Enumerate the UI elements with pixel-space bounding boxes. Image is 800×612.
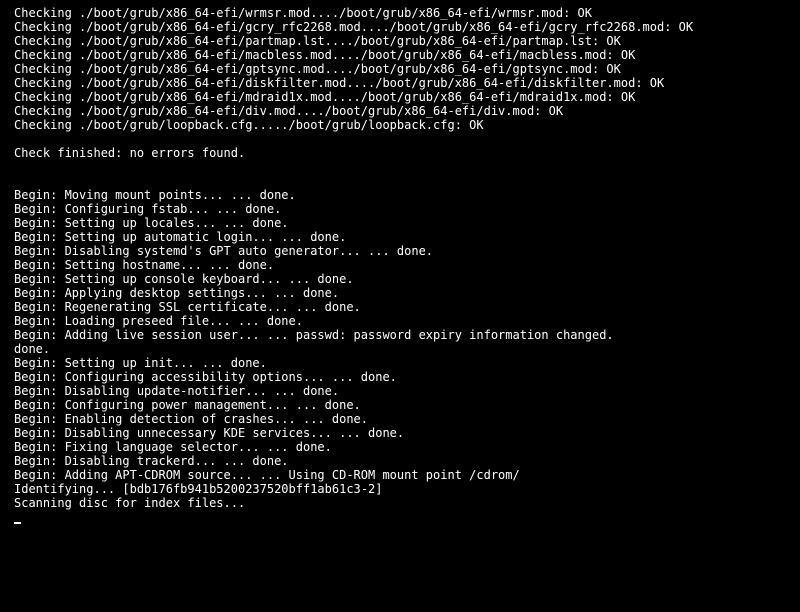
terminal-line: Begin: Configuring power management... .… <box>14 398 800 412</box>
terminal-line: Begin: Setting up init... ... done. <box>14 356 800 370</box>
terminal-line: Checking ./boot/grub/x86_64-efi/partmap.… <box>14 34 800 48</box>
terminal-line: done. <box>14 342 800 356</box>
terminal-line: Checking ./boot/grub/x86_64-efi/mdraid1x… <box>14 90 800 104</box>
terminal-line: Begin: Moving mount points... ... done. <box>14 188 800 202</box>
terminal-line: Scanning disc for index files... <box>14 496 800 510</box>
cursor-icon <box>14 522 21 524</box>
terminal-line: Checking ./boot/grub/x86_64-efi/gcry_rfc… <box>14 20 800 34</box>
terminal-line: Begin: Setting up console keyboard... ..… <box>14 272 800 286</box>
terminal-line <box>14 174 800 188</box>
cursor-line <box>14 510 800 524</box>
terminal-line: Checking ./boot/grub/x86_64-efi/macbless… <box>14 48 800 62</box>
terminal-line: Begin: Disabling update-notifier... ... … <box>14 384 800 398</box>
terminal-line: Checking ./boot/grub/x86_64-efi/diskfilt… <box>14 76 800 90</box>
terminal-line: Begin: Setting up locales... ... done. <box>14 216 800 230</box>
terminal-line: Begin: Enabling detection of crashes... … <box>14 412 800 426</box>
terminal-line: Begin: Applying desktop settings... ... … <box>14 286 800 300</box>
terminal-line: Checking ./boot/grub/x86_64-efi/wrmsr.mo… <box>14 6 800 20</box>
terminal-line <box>14 160 800 174</box>
terminal-line: Begin: Regenerating SSL certificate... .… <box>14 300 800 314</box>
terminal-line: Begin: Configuring accessibility options… <box>14 370 800 384</box>
terminal-line: Begin: Adding live session user... ... p… <box>14 328 800 342</box>
terminal-line: Checking ./boot/grub/x86_64-efi/gptsync.… <box>14 62 800 76</box>
terminal-line: Begin: Disabling trackerd... ... done. <box>14 454 800 468</box>
terminal-line: Checking ./boot/grub/loopback.cfg...../b… <box>14 118 800 132</box>
terminal-line: Begin: Loading preseed file... ... done. <box>14 314 800 328</box>
terminal-line: Begin: Setting up automatic login... ...… <box>14 230 800 244</box>
terminal-line: Begin: Adding APT-CDROM source... ... Us… <box>14 468 800 482</box>
terminal-line: Check finished: no errors found. <box>14 146 800 160</box>
terminal-line: Checking ./boot/grub/x86_64-efi/div.mod.… <box>14 104 800 118</box>
terminal-line: Begin: Setting hostname... ... done. <box>14 258 800 272</box>
terminal-line: Begin: Fixing language selector... ... d… <box>14 440 800 454</box>
terminal-line: Begin: Disabling unnecessary KDE service… <box>14 426 800 440</box>
terminal-line <box>14 132 800 146</box>
terminal-output: Checking ./boot/grub/x86_64-efi/wrmsr.mo… <box>0 0 800 524</box>
terminal-line: Identifying... [bdb176fb941b5200237520bf… <box>14 482 800 496</box>
terminal-line: Begin: Configuring fstab... ... done. <box>14 202 800 216</box>
terminal-line: Begin: Disabling systemd's GPT auto gene… <box>14 244 800 258</box>
